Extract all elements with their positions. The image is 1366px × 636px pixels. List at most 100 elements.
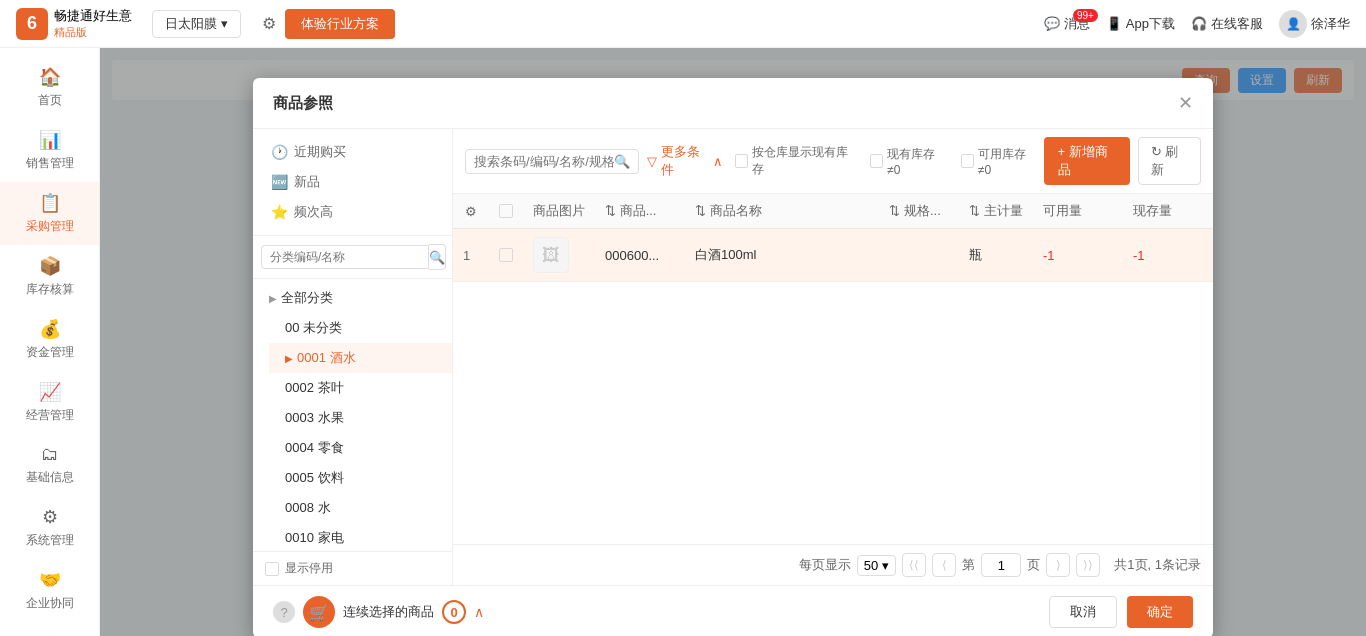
next-page-button[interactable]: ⟩ <box>1046 553 1070 577</box>
product-table-wrap: ⚙ 商品图片 ⇅ <box>453 194 1213 544</box>
row-image: 🖼 <box>523 229 595 282</box>
phone-icon: 📱 <box>1106 16 1122 31</box>
last-page-button[interactable]: ⟩⟩ <box>1076 553 1100 577</box>
inventory-icon: 📦 <box>39 255 61 277</box>
more-filter-button[interactable]: ▽ 更多条件 ∧ <box>647 143 723 179</box>
clock-icon: 🕐 <box>271 144 288 160</box>
sidebar: 🏠 首页 📊 销售管理 📋 采购管理 📦 库存核算 💰 资金管理 📈 经营管理 … <box>0 48 100 636</box>
logo-text: 畅捷通好生意 精品版 <box>54 7 132 40</box>
logo: 6 畅捷通好生意 精品版 <box>16 7 132 40</box>
tree-item-snack[interactable]: 0004 零食 <box>269 433 452 463</box>
show-disabled-checkbox[interactable] <box>265 562 279 576</box>
purchase-icon: 📋 <box>39 192 61 214</box>
cart-button[interactable]: 🛒 <box>303 596 335 628</box>
dropdown-icon: ▾ <box>882 558 889 573</box>
tree-item-fruit[interactable]: 0003 水果 <box>269 403 452 433</box>
modal-overlay: 商品参照 ✕ 🕐 近期购买 🆕 <box>100 48 1366 636</box>
sidebar-item-guide[interactable]: 📖 新手引导 <box>0 622 99 636</box>
th-settings[interactable]: ⚙ <box>453 194 489 229</box>
th-name[interactable]: ⇅ 商品名称 <box>685 194 879 229</box>
table-row[interactable]: 1 🖼 000600... 白酒100ml 瓶 -1 -1 <box>453 229 1213 282</box>
tree-item-liquor[interactable]: ▶ 0001 酒水 <box>269 343 452 373</box>
product-search-input[interactable] <box>474 154 614 169</box>
show-disabled-option[interactable]: 显示停用 <box>265 560 440 577</box>
row-checkbox[interactable] <box>489 229 523 282</box>
sidebar-item-collab[interactable]: 🤝 企业协同 <box>0 559 99 622</box>
tab-recent[interactable]: 🕐 近期购买 <box>261 137 444 167</box>
warehouse-selector[interactable]: 日太阳膜 ▾ <box>152 10 241 38</box>
tree-item-appliance[interactable]: 0010 家电 <box>269 523 452 551</box>
footer-left: ? 🛒 连续选择的商品 0 ∧ <box>273 596 484 628</box>
modal-body: 🕐 近期购买 🆕 新品 ⭐ 频次高 <box>253 129 1213 585</box>
sidebar-item-home[interactable]: 🏠 首页 <box>0 56 99 119</box>
collapse-footer-button[interactable]: ∧ <box>474 604 484 620</box>
modal-close-button[interactable]: ✕ <box>1178 92 1193 114</box>
row-code: 000600... <box>595 229 685 282</box>
operations-icon: 📈 <box>39 381 61 403</box>
th-select-all[interactable] <box>489 194 523 229</box>
th-unit[interactable]: ⇅ 主计量 <box>959 194 1033 229</box>
sidebar-item-system[interactable]: ⚙ 系统管理 <box>0 496 99 559</box>
category-search-input[interactable] <box>261 245 429 269</box>
cancel-button[interactable]: 取消 <box>1049 596 1117 628</box>
home-icon: 🏠 <box>39 66 61 88</box>
message-icon: 💬 <box>1044 16 1060 31</box>
settings-icon[interactable]: ⚙ <box>253 8 285 40</box>
tab-new[interactable]: 🆕 新品 <box>261 167 444 197</box>
first-page-button[interactable]: ⟨⟨ <box>902 553 926 577</box>
sort-icon-name: ⇅ <box>695 203 710 218</box>
category-search-button[interactable]: 🔍 <box>429 244 446 270</box>
sidebar-item-inventory[interactable]: 📦 库存核算 <box>0 245 99 308</box>
user-menu[interactable]: 👤 徐泽华 <box>1279 10 1350 38</box>
refresh-button[interactable]: ↻ 刷新 <box>1138 137 1201 185</box>
tree-item-water[interactable]: 0008 水 <box>269 493 452 523</box>
tree-item-tea[interactable]: 0002 茶叶 <box>269 373 452 403</box>
chevron-down-icon: ▾ <box>221 16 228 31</box>
logo-icon: 6 <box>16 8 48 40</box>
warehouse-stock-checkbox[interactable]: 按仓库显示现有库存 <box>735 144 854 178</box>
add-product-button[interactable]: + 新增商品 <box>1044 137 1130 185</box>
sidebar-item-operations[interactable]: 📈 经营管理 <box>0 371 99 434</box>
th-image: 商品图片 <box>523 194 595 229</box>
right-toolbar: 🔍 ▽ 更多条件 ∧ 按仓库显示现有库存 <box>453 129 1213 194</box>
modal-header: 商品参照 ✕ <box>253 78 1213 129</box>
app-download-button[interactable]: 📱 App下载 <box>1106 15 1175 33</box>
finance-icon: 💰 <box>39 318 61 340</box>
row-num: 1 <box>453 229 489 282</box>
tree-subtree: 00 未分类 ▶ 0001 酒水 0002 茶叶 0 <box>253 313 452 551</box>
page-number-input[interactable] <box>981 553 1021 577</box>
tree-item-drink[interactable]: 0005 饮料 <box>269 463 452 493</box>
help-button[interactable]: ? <box>273 601 295 623</box>
th-avail[interactable]: 可用量 <box>1033 194 1123 229</box>
row-spec <box>879 229 959 282</box>
experience-button[interactable]: 体验行业方案 <box>285 9 395 39</box>
confirm-button[interactable]: 确定 <box>1127 596 1193 628</box>
prev-page-button[interactable]: ⟨ <box>932 553 956 577</box>
product-search-wrap: 🔍 <box>465 149 639 174</box>
tree-item-all[interactable]: ▶ 全部分类 <box>253 283 452 313</box>
avail-stock-checkbox[interactable]: 可用库存≠0 <box>961 146 1036 177</box>
sidebar-item-sales[interactable]: 📊 销售管理 <box>0 119 99 182</box>
chevron-right-icon: ▶ <box>269 293 277 304</box>
filter-checkboxes: 按仓库显示现有库存 现有库存≠0 可用库存≠0 <box>735 144 1036 178</box>
messages-button[interactable]: 💬 消息 99+ <box>1044 15 1090 33</box>
guide-icon: 📖 <box>39 632 61 636</box>
selected-count-badge: 0 <box>442 600 466 624</box>
sort-icon-spec: ⇅ <box>889 203 904 218</box>
customer-service-button[interactable]: 🎧 在线客服 <box>1191 15 1263 33</box>
tree-item-uncategorized[interactable]: 00 未分类 <box>269 313 452 343</box>
row-stock: -1 <box>1123 229 1213 282</box>
sidebar-item-purchase[interactable]: 📋 采购管理 <box>0 182 99 245</box>
nonzero-stock-checkbox[interactable]: 现有库存≠0 <box>870 146 945 177</box>
tab-frequent[interactable]: ⭐ 频次高 <box>261 197 444 227</box>
main-content: 查询 设置 刷新 商品参照 ✕ 🕐 <box>100 48 1366 636</box>
sort-icon: ⇅ <box>605 203 620 218</box>
sidebar-item-basic[interactable]: 🗂 基础信息 <box>0 434 99 496</box>
th-spec[interactable]: ⇅ 规格... <box>879 194 959 229</box>
search-button[interactable]: 🔍 <box>614 154 630 169</box>
sidebar-item-finance[interactable]: 💰 资金管理 <box>0 308 99 371</box>
th-code[interactable]: ⇅ 商品... <box>595 194 685 229</box>
per-page-select[interactable]: 50 ▾ <box>857 555 896 576</box>
sales-icon: 📊 <box>39 129 61 151</box>
filter-icon: ▽ <box>647 154 657 169</box>
